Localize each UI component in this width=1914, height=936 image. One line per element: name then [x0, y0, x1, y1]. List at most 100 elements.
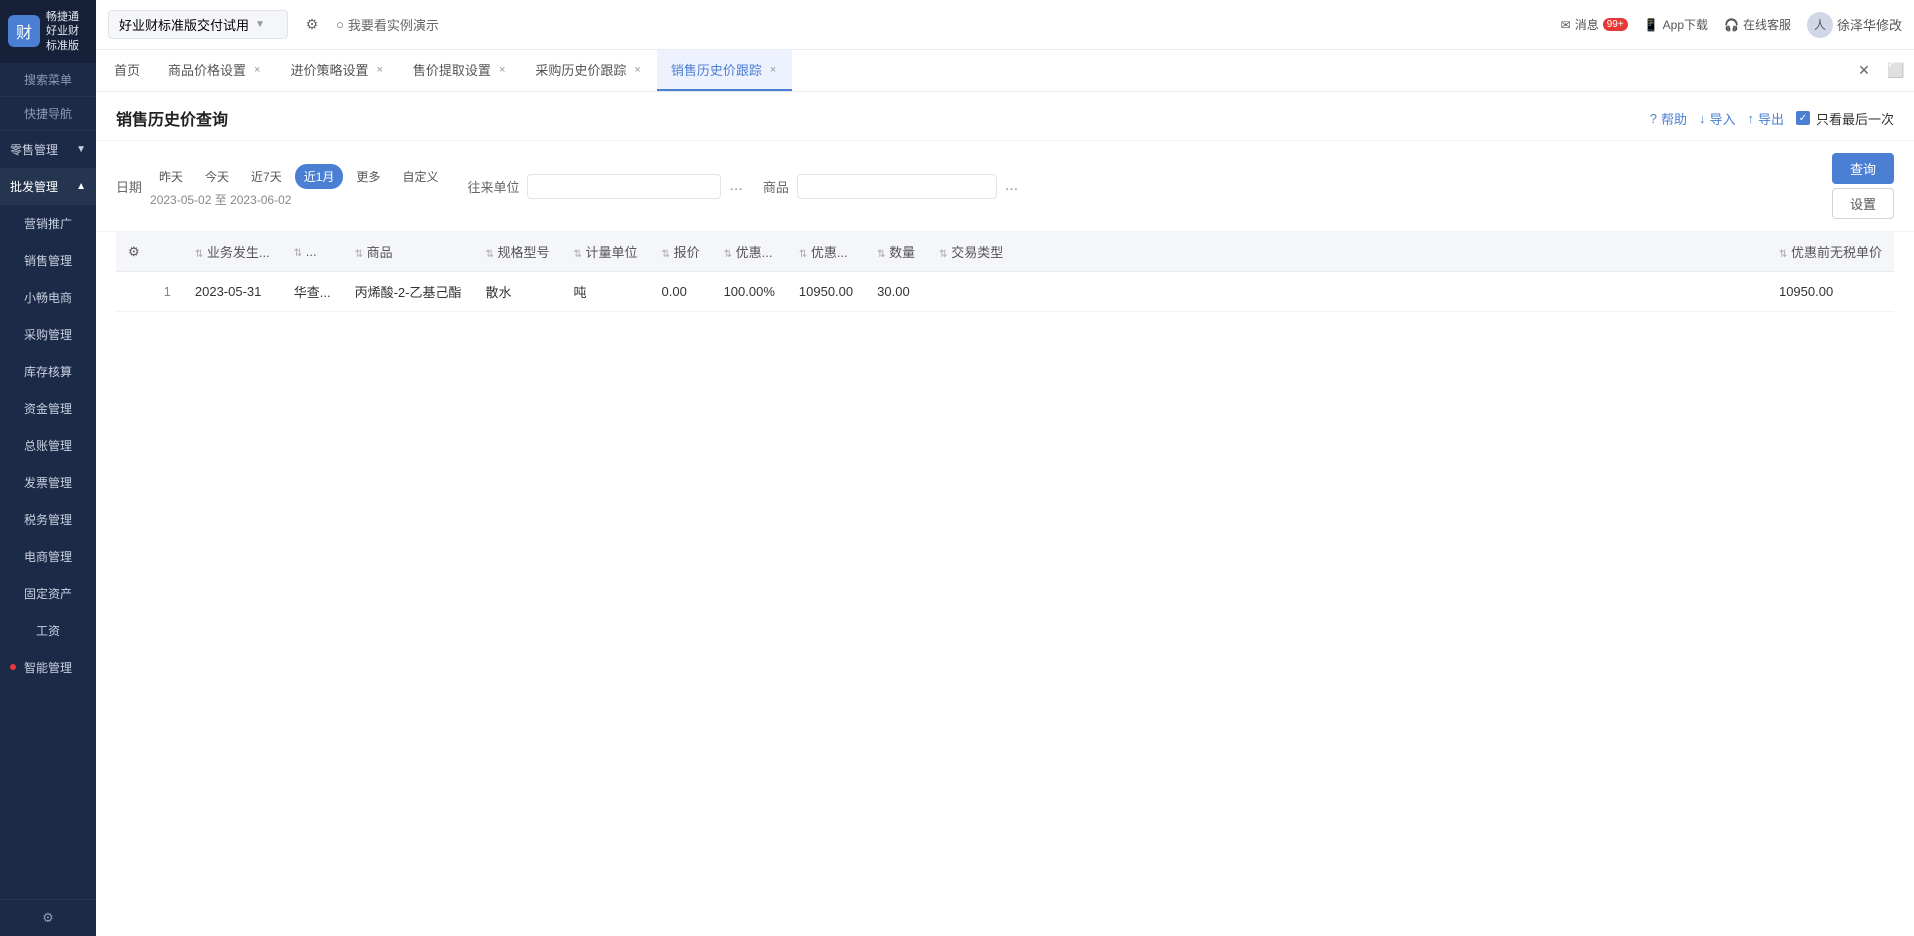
maximize-tab-icon[interactable]: ⬜: [1882, 57, 1910, 85]
table-row[interactable]: 1 2023-05-31 华查... 丙烯酸-2-乙基己酯 散水 吨 0.00 …: [116, 272, 1894, 312]
sidebar-item-label: 总账管理: [24, 437, 72, 454]
th-label: 数量: [889, 245, 915, 260]
sort-icon[interactable]: ⇅: [1779, 249, 1787, 260]
sort-icon[interactable]: ⇅: [355, 249, 363, 260]
sidebar-item-accounting[interactable]: 总账管理: [0, 427, 96, 464]
app-download-button[interactable]: 📱 App下载: [1644, 16, 1708, 33]
tab-close-icon[interactable]: ×: [374, 63, 384, 77]
th-label: 优惠...: [736, 245, 773, 260]
sidebar-item-smart[interactable]: 智能管理: [0, 649, 96, 686]
sidebar-item-inventory[interactable]: 库存核算: [0, 353, 96, 390]
sort-icon[interactable]: ⇅: [877, 249, 885, 260]
tab-purchase-strategy[interactable]: 进价策略设置 ×: [276, 50, 398, 91]
demo-label: 我要看实例演示: [348, 15, 439, 34]
tab-product-price[interactable]: 商品价格设置 ×: [154, 50, 276, 91]
th-num: [152, 232, 183, 272]
today-btn[interactable]: 今天: [196, 164, 238, 189]
td-pretax-price: 10950.00: [1767, 272, 1894, 312]
sidebar-item-payroll[interactable]: 工资: [0, 612, 96, 649]
sidebar-item-marketing[interactable]: 营销推广: [0, 205, 96, 242]
tab-purchase-history[interactable]: 采购历史价跟踪 ×: [521, 50, 656, 91]
product-arrow-icon: ▼: [255, 19, 265, 30]
sort-icon[interactable]: ⇅: [485, 249, 493, 260]
th-discount2[interactable]: ⇅ 优惠...: [787, 232, 865, 272]
page-title: 销售历史价查询: [116, 106, 228, 130]
last1m-btn[interactable]: 近1月: [295, 164, 344, 189]
help-label: 帮助: [1661, 109, 1687, 128]
close-tab-icon[interactable]: ✕: [1850, 57, 1878, 85]
sidebar-item-label: 批发管理: [10, 178, 58, 195]
th-more[interactable]: ⇅ ...: [282, 232, 343, 272]
sidebar-item-invoice[interactable]: 发票管理: [0, 464, 96, 501]
tab-label: 商品价格设置: [168, 60, 246, 79]
sidebar-settings-button[interactable]: ⚙: [0, 899, 96, 936]
sidebar-item-purchase[interactable]: 采购管理: [0, 316, 96, 353]
more-btn[interactable]: 更多: [347, 164, 389, 189]
sidebar-item-wholesale[interactable]: 批发管理 ▲: [0, 168, 96, 205]
tab-sale-history[interactable]: 销售历史价跟踪 ×: [657, 50, 792, 91]
table-container: ⚙ ⇅ 业务发生... ⇅ ... ⇅ 商品: [96, 232, 1914, 332]
th-spec[interactable]: ⇅ 规格型号: [473, 232, 561, 272]
demo-link[interactable]: ○ 我要看实例演示: [336, 15, 439, 34]
filter-settings-button[interactable]: 设置: [1832, 188, 1894, 219]
th-unit[interactable]: ⇅ 计量单位: [562, 232, 650, 272]
only-last-checkbox[interactable]: ✓ 只看最后一次: [1796, 109, 1894, 128]
th-label: 优惠前无税单价: [1791, 245, 1882, 260]
message-badge: 99+: [1603, 18, 1628, 31]
headset-icon: 🎧: [1724, 18, 1739, 32]
sidebar-item-tax[interactable]: 税务管理: [0, 501, 96, 538]
message-button[interactable]: ✉ 消息 99+: [1561, 16, 1628, 33]
tab-close-icon[interactable]: ×: [497, 63, 507, 77]
tab-sale-price[interactable]: 售价提取设置 ×: [399, 50, 521, 91]
filter-actions: 查询 设置: [1832, 153, 1894, 219]
th-transaction-type[interactable]: ⇅ 交易类型: [927, 232, 1015, 272]
th-product[interactable]: ⇅ 商品: [343, 232, 474, 272]
th-business-date[interactable]: ⇅ 业务发生...: [183, 232, 282, 272]
yesterday-btn[interactable]: 昨天: [150, 164, 192, 189]
help-button[interactable]: ? 帮助: [1650, 109, 1687, 128]
checkbox-icon[interactable]: ✓: [1796, 111, 1810, 125]
th-discount1[interactable]: ⇅ 优惠...: [712, 232, 787, 272]
sidebar-item-label: 电商管理: [24, 548, 72, 565]
import-button[interactable]: ↓ 导入: [1699, 109, 1736, 128]
tab-home[interactable]: 首页: [100, 50, 154, 91]
settings-icon[interactable]: ⚙: [128, 244, 140, 259]
query-button[interactable]: 查询: [1832, 153, 1894, 184]
th-quoted-price[interactable]: ⇅ 报价: [650, 232, 712, 272]
sidebar-search[interactable]: 搜索菜单: [0, 63, 96, 97]
product-selector[interactable]: 好业财标准版交付试用 ▼: [108, 10, 288, 39]
th-settings[interactable]: ⚙: [116, 232, 152, 272]
tab-close-icon[interactable]: ×: [632, 63, 642, 77]
sort-icon[interactable]: ⇅: [799, 249, 807, 260]
sort-icon[interactable]: ⇅: [939, 249, 947, 260]
sidebar-item-sales[interactable]: 销售管理: [0, 242, 96, 279]
sidebar-item-ecommerce[interactable]: 电商管理: [0, 538, 96, 575]
product-input[interactable]: [797, 174, 997, 199]
tab-close-icon[interactable]: ×: [768, 63, 778, 77]
topbar-settings-icon[interactable]: ⚙: [298, 11, 326, 39]
sidebar-item-ecommerce-small[interactable]: 小畅电商: [0, 279, 96, 316]
export-button[interactable]: ↑ 导出: [1747, 109, 1784, 128]
th-label: 业务发生...: [207, 245, 270, 260]
sort-icon[interactable]: ⇅: [724, 249, 732, 260]
sidebar-item-finance[interactable]: 资金管理: [0, 390, 96, 427]
sidebar-item-retail[interactable]: 零售管理 ▼: [0, 131, 96, 168]
export-icon: ↑: [1747, 111, 1754, 126]
source-unit-dots[interactable]: ...: [729, 177, 742, 195]
sort-asc-icon[interactable]: ⇅: [195, 249, 203, 260]
topbar-right: ✉ 消息 99+ 📱 App下载 🎧 在线客服 人 徐泽华修改: [1561, 12, 1902, 38]
sort-icon[interactable]: ⇅: [662, 249, 670, 260]
user-menu[interactable]: 人 徐泽华修改: [1807, 12, 1902, 38]
th-pretax-price[interactable]: ⇅ 优惠前无税单价: [1767, 232, 1894, 272]
sort-icon[interactable]: ⇅: [294, 248, 302, 259]
sidebar-item-fixed-assets[interactable]: 固定资产: [0, 575, 96, 612]
last7-btn[interactable]: 近7天: [242, 164, 291, 189]
th-quantity[interactable]: ⇅ 数量: [865, 232, 927, 272]
sidebar-quick-nav[interactable]: 快捷导航: [0, 97, 96, 131]
custom-btn[interactable]: 自定义: [393, 164, 447, 189]
sort-icon[interactable]: ⇅: [574, 249, 582, 260]
online-service-button[interactable]: 🎧 在线客服: [1724, 16, 1791, 33]
tab-close-icon[interactable]: ×: [252, 63, 262, 77]
source-unit-input[interactable]: [527, 174, 721, 199]
product-dots[interactable]: ...: [1005, 177, 1018, 195]
